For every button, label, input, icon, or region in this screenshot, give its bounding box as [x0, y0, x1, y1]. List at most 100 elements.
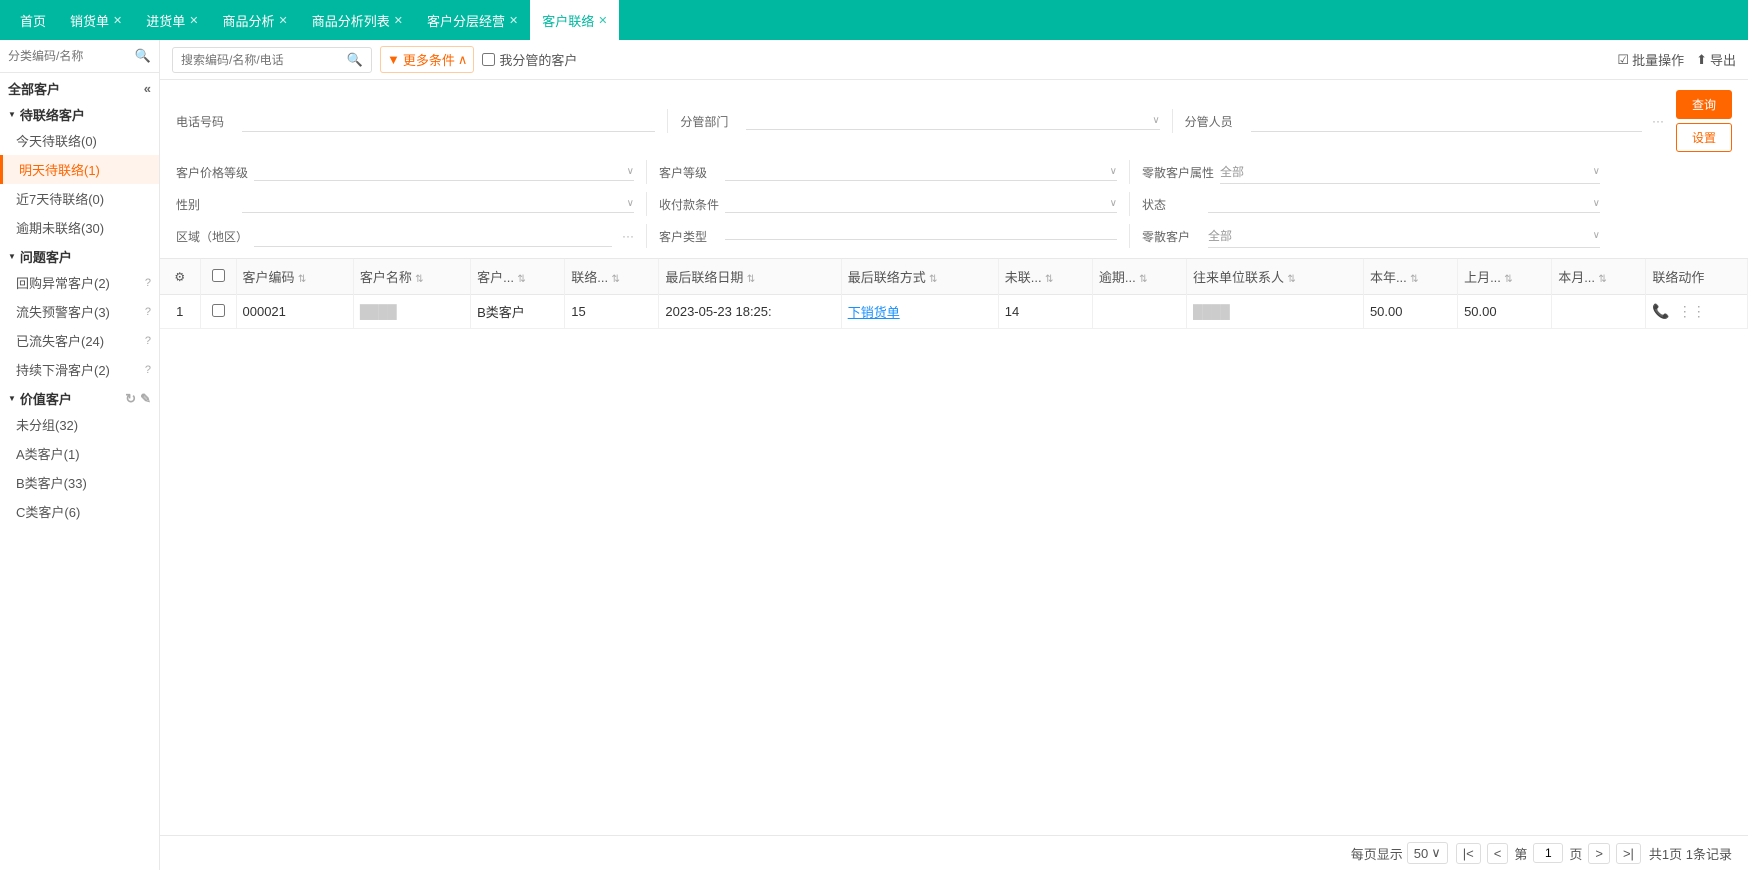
filter-row-4: 区域（地区） ··· 客户类型 零散客户 全部 ∨	[176, 224, 1732, 248]
col-this-month: 本月... ⇅	[1552, 259, 1646, 295]
person-input[interactable]	[1251, 111, 1642, 132]
row-last-method[interactable]: 下销货单	[841, 295, 998, 329]
value-edit-icon[interactable]: ✎	[140, 391, 151, 407]
sidebar-item-churned[interactable]: 已流失客户(24) ?	[0, 326, 159, 355]
next-page-button[interactable]: >	[1588, 843, 1610, 864]
sidebar-search-icon[interactable]: 🔍	[135, 48, 151, 64]
row-check[interactable]	[200, 295, 236, 329]
problem-group-label: ▼ 问题客户	[0, 242, 159, 268]
help-icon-churned[interactable]: ?	[145, 335, 151, 347]
row-overdue	[1092, 295, 1186, 329]
region-dots[interactable]: ···	[622, 229, 634, 243]
price-level-select[interactable]: ∨	[254, 163, 634, 181]
nav-goods-analysis-list[interactable]: 商品分析列表 ✕	[300, 0, 415, 40]
type-sort-icon[interactable]: ⇅	[517, 274, 525, 285]
row-checkbox[interactable]	[212, 304, 225, 317]
nav-customer-contact[interactable]: 客户联络 ✕	[530, 0, 619, 40]
prev-page-button[interactable]: <	[1487, 843, 1509, 864]
page-size-select[interactable]: 50 ∨	[1407, 842, 1448, 864]
action-phone-icon[interactable]: 📞	[1652, 303, 1669, 320]
filter-row-2: 客户价格等级 ∨ 客户等级 ∨ 零散客户属性	[176, 160, 1732, 184]
retail-customer-select[interactable]: 全部 ∨	[1208, 224, 1600, 248]
help-icon-churn[interactable]: ?	[145, 306, 151, 318]
customer-type-field: 客户类型	[659, 228, 1117, 245]
row-last-month: 50.00	[1458, 295, 1552, 329]
customer-type-label: 客户类型	[659, 228, 719, 245]
sidebar-search-input[interactable]	[8, 49, 131, 63]
sidebar-item-today[interactable]: 今天待联络(0)	[0, 126, 159, 155]
row-name[interactable]: ████	[353, 295, 470, 329]
problem-triangle: ▼	[8, 252, 16, 261]
action-more-icon[interactable]: ⋮⋮	[1678, 303, 1706, 320]
sidebar-item-7days[interactable]: 近7天待联络(0)	[0, 184, 159, 213]
sidebar-item-overdue[interactable]: 逾期未联络(30)	[0, 213, 159, 242]
sidebar-item-ungrouped[interactable]: 未分组(32)	[0, 410, 159, 439]
help-icon-repurchase[interactable]: ?	[145, 277, 151, 289]
sidebar-item-b-class[interactable]: B类客户(33)	[0, 468, 159, 497]
last-page-button[interactable]: >|	[1616, 843, 1641, 864]
col-check[interactable]	[200, 259, 236, 295]
overdue-sort-icon[interactable]: ⇅	[1139, 274, 1147, 285]
pagination: |< < 第 页 > >|	[1456, 843, 1641, 864]
status-select[interactable]: ∨	[1208, 195, 1600, 213]
my-customers-checkbox[interactable]	[482, 53, 495, 66]
sidebar-item-repurchase[interactable]: 回购异常客户(2) ?	[0, 268, 159, 297]
search-icon[interactable]: 🔍	[347, 52, 363, 68]
sidebar-item-declining[interactable]: 持续下滑客户(2) ?	[0, 355, 159, 384]
person-dots[interactable]: ···	[1652, 114, 1664, 128]
phone-input[interactable]	[242, 111, 655, 132]
batch-op-button[interactable]: ☑ 批量操作	[1617, 50, 1684, 69]
nav-customer-tier-close[interactable]: ✕	[509, 14, 518, 27]
nav-goods-analysis-list-close[interactable]: ✕	[394, 14, 403, 27]
nav-purchase[interactable]: 进货单 ✕	[134, 0, 210, 40]
page-number-input[interactable]	[1533, 843, 1563, 863]
retail-attr-select[interactable]: 全部 ∨	[1220, 160, 1600, 184]
name-sort-icon[interactable]: ⇅	[415, 274, 423, 285]
sidebar-item-a-class[interactable]: A类客户(1)	[0, 439, 159, 468]
more-filter-button[interactable]: ▼ 更多条件 ∧	[380, 46, 474, 73]
collapse-icon[interactable]: «	[144, 81, 151, 96]
value-refresh-icon[interactable]: ↻	[125, 391, 136, 407]
nav-sales-close[interactable]: ✕	[113, 14, 122, 27]
nav-sales[interactable]: 销货单 ✕	[58, 0, 134, 40]
no-contact-sort-icon[interactable]: ⇅	[1045, 274, 1053, 285]
code-sort-icon[interactable]: ⇅	[298, 274, 306, 285]
contact-sort-icon[interactable]: ⇅	[611, 274, 619, 285]
person-field: 分管人员 ···	[1185, 111, 1664, 132]
nav-goods-analysis[interactable]: 商品分析 ✕	[210, 0, 299, 40]
nav-customer-tier[interactable]: 客户分层经营 ✕	[415, 0, 530, 40]
query-button[interactable]: 查询	[1676, 90, 1732, 119]
nav-purchase-close[interactable]: ✕	[189, 14, 198, 27]
dept-select[interactable]: ∨	[746, 112, 1159, 130]
search-input[interactable]	[181, 53, 347, 67]
this-month-sort-icon[interactable]: ⇅	[1598, 274, 1606, 285]
select-all-checkbox[interactable]	[212, 269, 225, 282]
first-page-button[interactable]: |<	[1456, 843, 1481, 864]
customers-table: ⚙ 客户编码 ⇅ 客户名称 ⇅ 客户...	[160, 259, 1748, 329]
filter-icon: ▼	[387, 52, 400, 67]
export-button[interactable]: ⬆ 导出	[1696, 50, 1736, 69]
last-month-sort-icon[interactable]: ⇅	[1504, 274, 1512, 285]
action-icons: 📞 ⋮⋮	[1652, 303, 1741, 320]
nav-customer-contact-close[interactable]: ✕	[598, 14, 607, 27]
gender-select[interactable]: ∨	[242, 195, 634, 213]
region-input[interactable]	[254, 226, 612, 247]
sidebar-item-churn-warning[interactable]: 流失预警客户(3) ?	[0, 297, 159, 326]
set-button[interactable]: 设置	[1676, 123, 1732, 152]
unit-contact-sort-icon[interactable]: ⇅	[1287, 274, 1295, 285]
payment-select[interactable]: ∨	[725, 195, 1117, 213]
all-customers-section[interactable]: 全部客户 «	[0, 73, 159, 100]
status-field: 状态 ∨	[1142, 195, 1600, 213]
nav-home[interactable]: 首页	[8, 0, 58, 40]
customer-level-select[interactable]: ∨	[725, 163, 1117, 181]
sidebar-item-tomorrow[interactable]: 明天待联络(1)	[0, 155, 159, 184]
col-gear[interactable]: ⚙	[160, 259, 200, 295]
nav-goods-analysis-close[interactable]: ✕	[279, 14, 288, 27]
last-method-sort-icon[interactable]: ⇅	[929, 274, 937, 285]
this-year-sort-icon[interactable]: ⇅	[1410, 274, 1418, 285]
customer-type-select[interactable]	[725, 233, 1117, 240]
last-date-sort-icon[interactable]: ⇅	[747, 274, 755, 285]
help-icon-declining[interactable]: ?	[145, 364, 151, 376]
sidebar-item-c-class[interactable]: C类客户(6)	[0, 497, 159, 526]
my-customers-checkbox-label[interactable]: 我分管的客户	[482, 50, 577, 69]
